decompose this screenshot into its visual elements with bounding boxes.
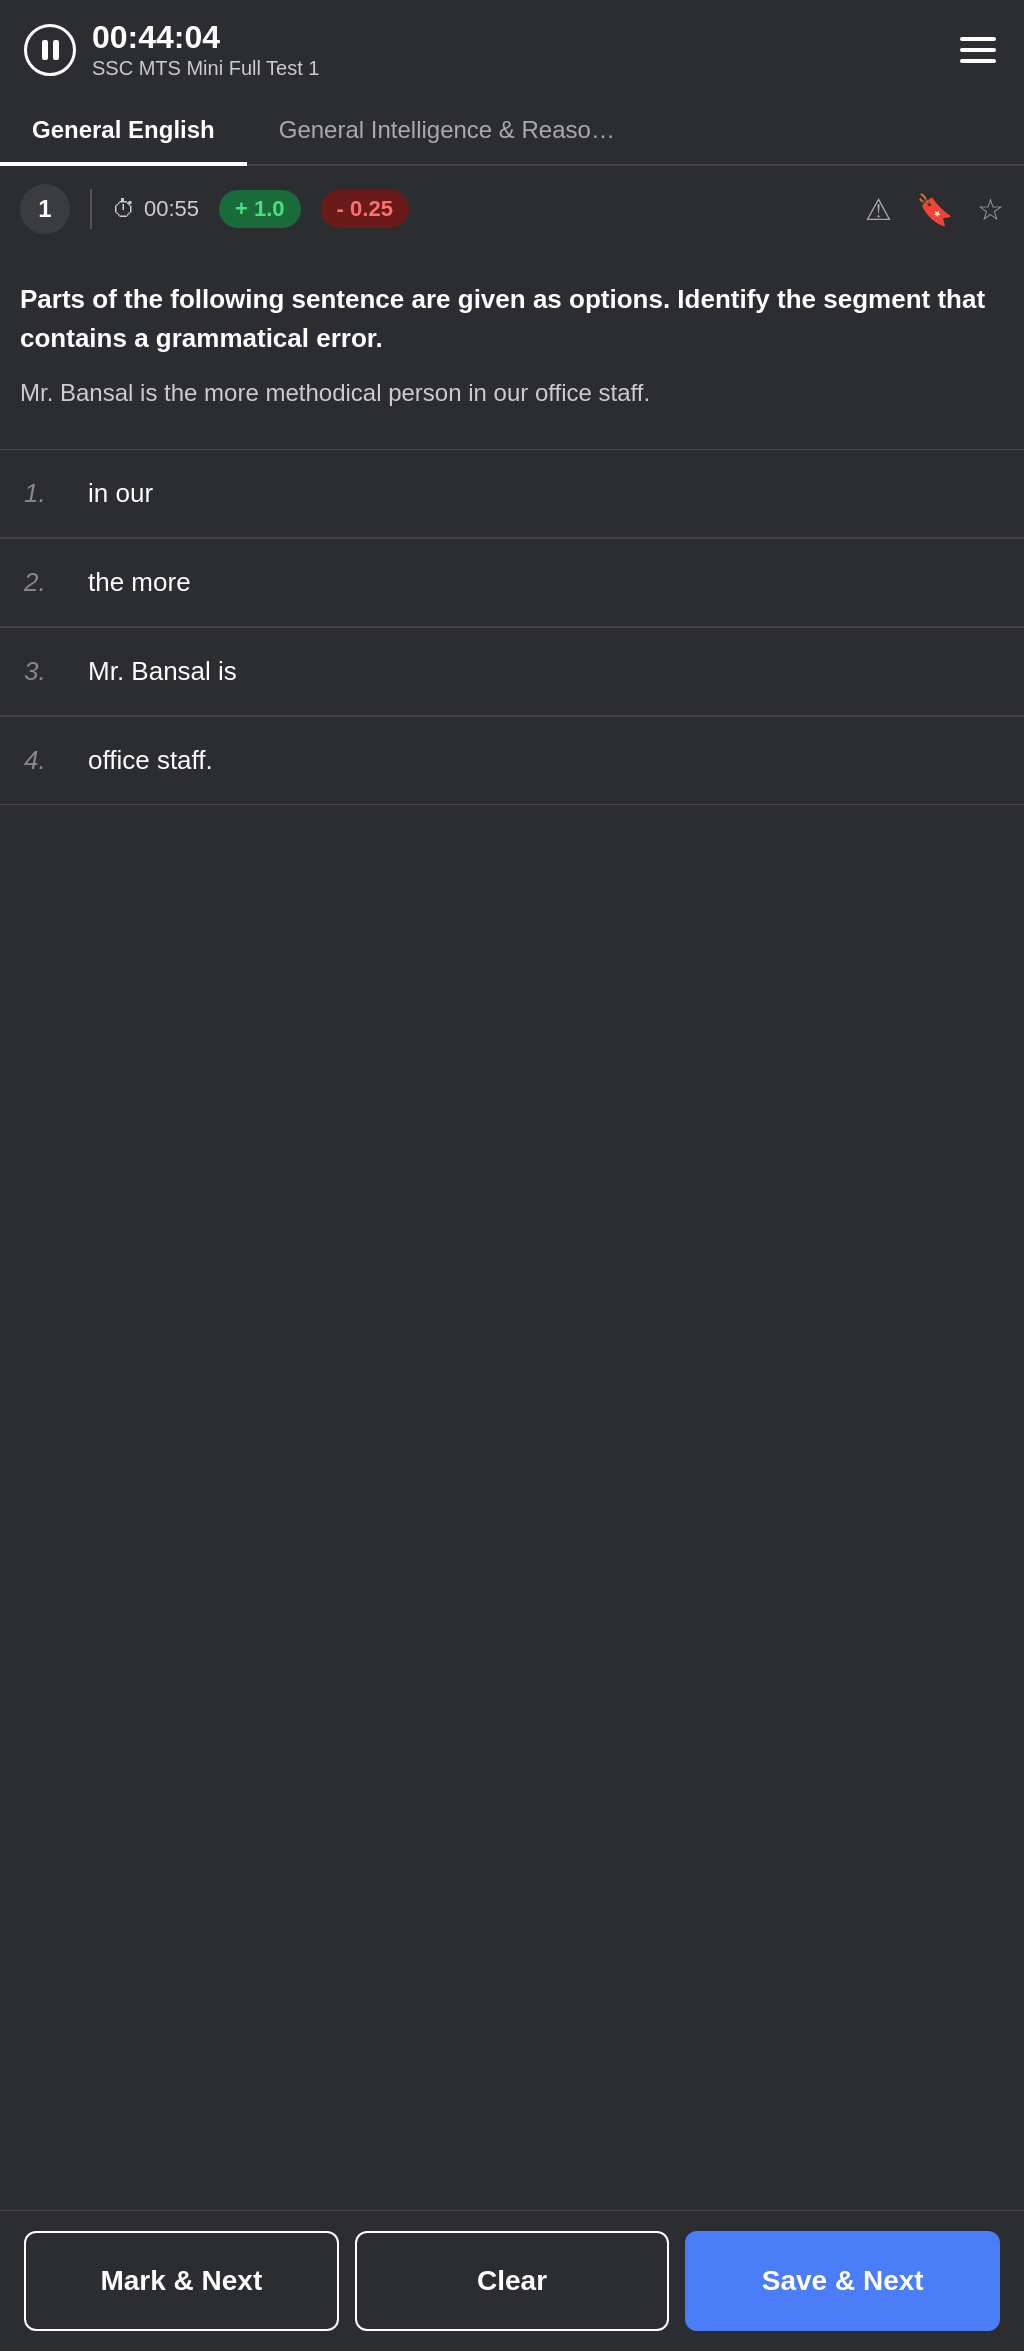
content-spacer: [0, 1506, 1024, 2191]
header: 00:44:04 SSC MTS Mini Full Test 1: [0, 0, 1024, 96]
question-number: 1: [20, 184, 70, 234]
main-wrapper: 00:44:04 SSC MTS Mini Full Test 1 Genera…: [0, 0, 1024, 2351]
bottom-action-bar: Mark & Next Clear Save & Next: [0, 2210, 1024, 2351]
option-number-1: 1.: [24, 478, 64, 509]
pause-icon: [42, 40, 59, 60]
option-number-2: 2.: [24, 567, 64, 598]
option-3[interactable]: 3. Mr. Bansal is: [0, 627, 1024, 716]
menu-bar-3: [960, 59, 996, 63]
save-next-button[interactable]: Save & Next: [685, 2231, 1000, 2331]
options-section: 1. in our 2. the more 3. Mr. Bansal is 4…: [0, 433, 1024, 1506]
option-text-2: the more: [88, 567, 191, 598]
clock-icon: ⏱: [112, 195, 136, 223]
question-meta-bar: 1 ⏱ 00:55 + 1.0 - 0.25 ⚠ 🔖 ☆: [0, 166, 1024, 252]
option-text-4: office staff.: [88, 745, 213, 776]
clear-button[interactable]: Clear: [355, 2231, 670, 2331]
pause-button[interactable]: [24, 24, 76, 76]
option-number-3: 3.: [24, 656, 64, 687]
option-text-1: in our: [88, 478, 153, 509]
option-text-3: Mr. Bansal is: [88, 656, 237, 687]
meta-icons: ⚠ 🔖 ☆: [865, 192, 1004, 227]
question-section: Parts of the following sentence are give…: [0, 252, 1024, 432]
timer-display: 00:44:04: [92, 20, 319, 55]
option-2[interactable]: 2. the more: [0, 538, 1024, 627]
menu-button[interactable]: [956, 33, 1000, 67]
star-icon[interactable]: ☆: [977, 192, 1004, 227]
question-timer: ⏱ 00:55: [112, 195, 199, 223]
header-text: 00:44:04 SSC MTS Mini Full Test 1: [92, 20, 319, 80]
tab-general-english[interactable]: General English: [0, 96, 247, 164]
pause-bar-1: [42, 40, 48, 60]
menu-bar-1: [960, 37, 996, 41]
test-title: SSC MTS Mini Full Test 1: [92, 57, 319, 80]
positive-marks-badge: + 1.0: [219, 190, 301, 228]
pause-bar-2: [53, 40, 59, 60]
menu-bar-2: [960, 48, 996, 52]
mark-next-button[interactable]: Mark & Next: [24, 2231, 339, 2331]
option-1[interactable]: 1. in our: [0, 449, 1024, 538]
option-number-4: 4.: [24, 745, 64, 776]
tab-general-intelligence[interactable]: General Intelligence & Reaso…: [247, 96, 647, 164]
question-instruction: Parts of the following sentence are give…: [20, 280, 1004, 358]
question-sentence: Mr. Bansal is the more methodical person…: [20, 374, 1004, 412]
bookmark-icon[interactable]: 🔖: [916, 192, 953, 227]
meta-divider: [90, 189, 92, 229]
negative-marks-badge: - 0.25: [321, 190, 409, 228]
option-4[interactable]: 4. office staff.: [0, 716, 1024, 805]
header-left: 00:44:04 SSC MTS Mini Full Test 1: [24, 20, 319, 80]
tabs-bar: General English General Intelligence & R…: [0, 96, 1024, 166]
alert-icon[interactable]: ⚠: [865, 192, 892, 227]
